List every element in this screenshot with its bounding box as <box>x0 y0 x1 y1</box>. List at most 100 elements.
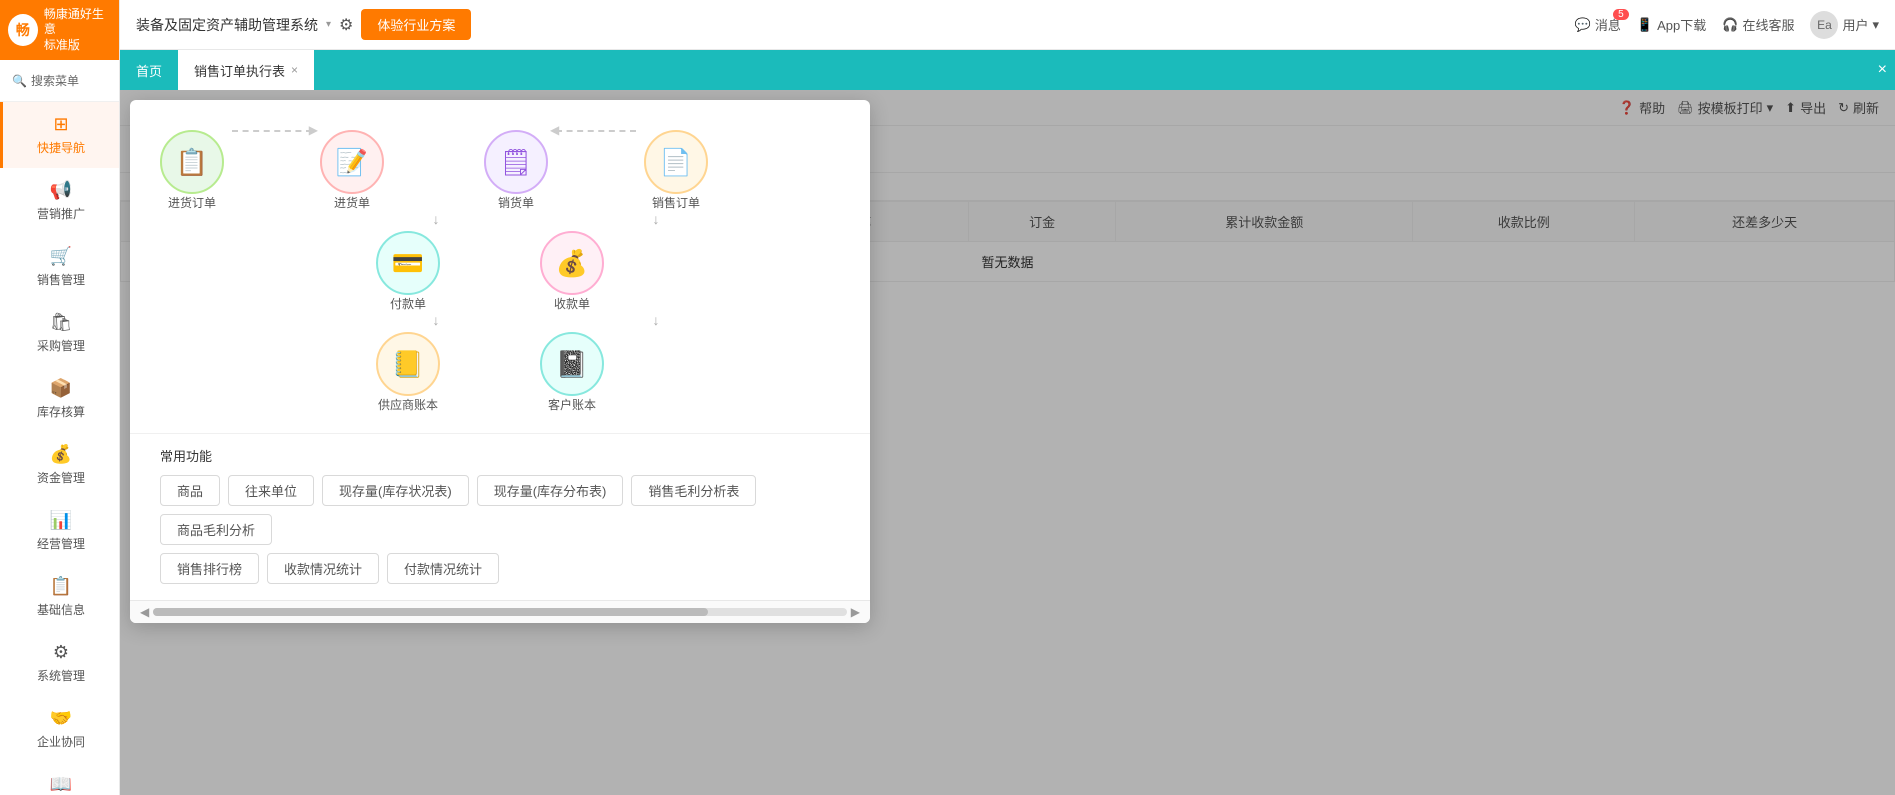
purchase-bill-node[interactable]: 📝 <box>320 130 384 194</box>
sidebar: 畅 畅康通好生意 标准版 🔍 搜索菜单 ⊞ 快捷导航 📢 营销推广 🛒 <box>0 0 120 795</box>
payment-col: 💳 付款单 <box>376 231 440 312</box>
sales-order-col: 📄 销售订单 <box>644 130 708 211</box>
supplier-ledger-icon: 📒 <box>392 349 424 380</box>
user-dropdown-arrow: ▾ <box>1872 17 1879 33</box>
receipt-node[interactable]: 💰 <box>540 231 604 295</box>
supplier-ledger-label: 供应商账本 <box>378 396 438 413</box>
tab-home[interactable]: 首页 <box>120 50 178 90</box>
common-btns-row-1: 商品 往来单位 现存量(库存状况表) 现存量(库存分布表) 销售毛利分析表 商品… <box>160 475 840 545</box>
sidebar-item-system[interactable]: ⚙ 系统管理 <box>0 630 119 696</box>
message-icon: 💬 <box>1575 17 1591 33</box>
sales-icon: 🛒 <box>50 246 72 267</box>
marketing-icon: 📢 <box>50 180 72 201</box>
sidebar-item-marketing[interactable]: 📢 营销推广 <box>0 168 119 234</box>
top-header: 装备及固定资产辅助管理系统 ▾ ⚙ 体验行业方案 💬 消息 5 📱 App下载 … <box>120 0 1895 50</box>
search-menu-button[interactable]: 🔍 搜索菜单 <box>8 68 111 93</box>
scroll-left-button[interactable]: ◀ <box>140 605 149 619</box>
online-service-button[interactable]: 🎧 在线客服 <box>1722 15 1794 34</box>
window-close-button[interactable]: × <box>1878 61 1887 79</box>
common-btn-5[interactable]: 商品毛利分析 <box>160 514 272 545</box>
receipt-col: 💰 收款单 <box>540 231 604 312</box>
guide-icon: 📖 <box>50 774 72 795</box>
common-btn-7[interactable]: 收款情况统计 <box>267 553 379 584</box>
main-area: 装备及固定资产辅助管理系统 ▾ ⚙ 体验行业方案 💬 消息 5 📱 App下载 … <box>120 0 1895 795</box>
common-btn-8[interactable]: 付款情况统计 <box>387 553 499 584</box>
purchase-order-label: 进货订单 <box>168 194 216 211</box>
purchase-order-icon: 📋 <box>176 147 208 178</box>
sales-bill-col: 🗒 销货单 <box>484 130 548 211</box>
sidebar-item-basic[interactable]: 📋 基础信息 <box>0 564 119 630</box>
customer-ledger-node[interactable]: 📓 <box>540 332 604 396</box>
receipt-label: 收款单 <box>554 295 590 312</box>
common-btn-0[interactable]: 商品 <box>160 475 220 506</box>
customer-ledger-label: 客户账本 <box>548 396 596 413</box>
scroll-track[interactable] <box>153 608 847 616</box>
common-btns-row-2: 销售排行榜 收款情况统计 付款情况统计 <box>160 553 840 584</box>
common-btn-6[interactable]: 销售排行榜 <box>160 553 259 584</box>
sidebar-item-finance[interactable]: 💰 资金管理 <box>0 432 119 498</box>
supplier-ledger-col: 📒 供应商账本 <box>376 332 440 413</box>
search-icon: 🔍 <box>12 74 27 88</box>
sales-order-node[interactable]: 📄 <box>644 130 708 194</box>
sidebar-search[interactable]: 🔍 搜索菜单 <box>0 60 119 102</box>
sidebar-item-operation[interactable]: 📊 经营管理 <box>0 498 119 564</box>
modal-overlay[interactable]: 📋 进货订单 ▶ <box>120 90 1895 795</box>
enterprise-icon: 🤝 <box>50 708 72 729</box>
system-dropdown-arrow[interactable]: ▾ <box>326 19 331 30</box>
scroll-bar: ◀ ▶ <box>130 600 870 623</box>
operation-icon: 📊 <box>50 510 72 531</box>
content-area: ❓ 帮助 🖨 按模板打印 ▾ ⬆ 导出 ↻ 刷新 <box>120 90 1895 795</box>
customer-ledger-icon: 📓 <box>556 349 588 380</box>
purchase-order-col: 📋 进货订单 <box>160 130 224 211</box>
sales-bill-label: 销货单 <box>498 194 534 211</box>
sales-bill-node[interactable]: 🗒 <box>484 130 548 194</box>
sidebar-nav: ⊞ 快捷导航 📢 营销推广 🛒 销售管理 🛍 采购管理 📦 库存核算 💰 <box>0 102 119 795</box>
common-btn-4[interactable]: 销售毛利分析表 <box>631 475 756 506</box>
gear-button[interactable]: ⚙ <box>339 15 353 35</box>
scroll-right-button[interactable]: ▶ <box>851 605 860 619</box>
customer-ledger-col: 📓 客户账本 <box>540 332 604 413</box>
app-icon: 📱 <box>1637 17 1653 33</box>
common-btn-1[interactable]: 往来单位 <box>228 475 314 506</box>
payment-label: 付款单 <box>390 295 426 312</box>
tab-sales-order[interactable]: 销售订单执行表 × <box>178 50 314 90</box>
basic-icon: 📋 <box>50 576 72 597</box>
logo-icon: 畅 <box>8 14 38 46</box>
tab-bar: 首页 销售订单执行表 × × <box>120 50 1895 90</box>
sales-order-label: 销售订单 <box>652 194 700 211</box>
flow-modal: 📋 进货订单 ▶ <box>130 100 870 623</box>
system-icon: ⚙ <box>53 642 69 663</box>
scroll-thumb[interactable] <box>153 608 708 616</box>
sales-bill-icon: 🗒 <box>499 147 532 178</box>
payment-icon: 💳 <box>392 248 424 279</box>
message-button[interactable]: 💬 消息 5 <box>1575 15 1621 34</box>
sidebar-item-purchase[interactable]: 🛍 采购管理 <box>0 300 119 366</box>
try-button[interactable]: 体验行业方案 <box>361 9 471 40</box>
common-functions: 常用功能 商品 往来单位 现存量(库存状况表) 现存量(库存分布表) 销售毛利分… <box>130 433 870 600</box>
common-btn-3[interactable]: 现存量(库存分布表) <box>477 475 624 506</box>
system-title: 装备及固定资产辅助管理系统 <box>136 15 318 35</box>
purchase-bill-icon: 📝 <box>336 147 368 178</box>
sidebar-item-enterprise[interactable]: 🤝 企业协同 <box>0 696 119 762</box>
tab-close-button[interactable]: × <box>291 63 298 77</box>
receipt-icon: 💰 <box>556 248 588 279</box>
finance-icon: 💰 <box>50 444 72 465</box>
inventory-icon: 📦 <box>50 378 72 399</box>
sidebar-item-quick-nav[interactable]: ⊞ 快捷导航 <box>0 102 119 168</box>
quick-nav-icon: ⊞ <box>53 114 68 135</box>
service-icon: 🎧 <box>1722 17 1738 33</box>
sidebar-item-guide[interactable]: 📖 新手引导 <box>0 762 119 795</box>
sidebar-item-inventory[interactable]: 📦 库存核算 <box>0 366 119 432</box>
supplier-ledger-node[interactable]: 📒 <box>376 332 440 396</box>
user-menu-button[interactable]: Ea 用户 ▾ <box>1810 11 1879 39</box>
sidebar-item-sales[interactable]: 🛒 销售管理 <box>0 234 119 300</box>
sidebar-logo: 畅 畅康通好生意 标准版 <box>0 0 119 60</box>
payment-node[interactable]: 💳 <box>376 231 440 295</box>
purchase-bill-col: 📝 进货单 <box>320 130 384 211</box>
common-btn-2[interactable]: 现存量(库存状况表) <box>322 475 469 506</box>
app-download-button[interactable]: 📱 App下载 <box>1637 15 1706 34</box>
sales-order-icon: 📄 <box>660 147 692 178</box>
avatar: Ea <box>1810 11 1838 39</box>
flow-diagram: 📋 进货订单 ▶ <box>130 100 870 433</box>
purchase-order-node[interactable]: 📋 <box>160 130 224 194</box>
